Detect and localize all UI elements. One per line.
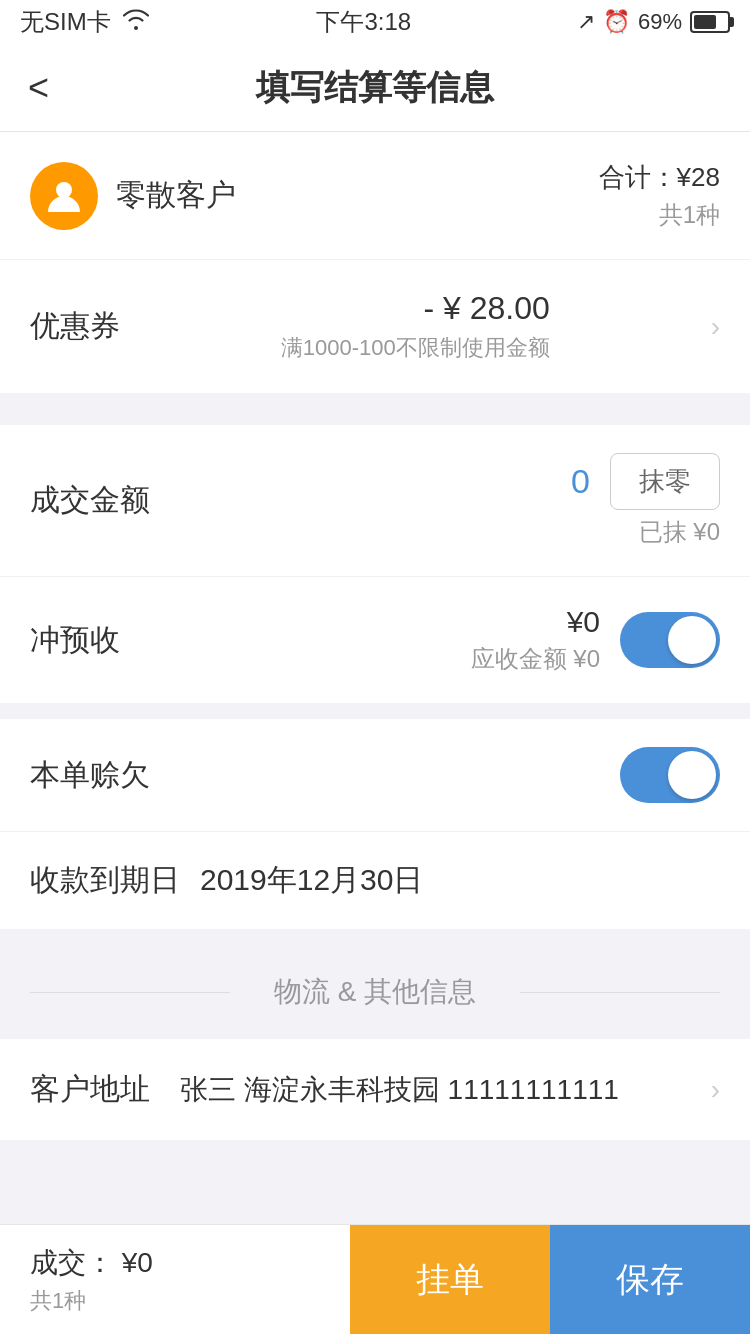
status-left: 无SIM卡 [20,6,151,38]
address-value: 张三 海淀永丰科技园 11111111111 [180,1071,711,1109]
bottom-bar: 成交： ¥0 共1种 挂单 保存 [0,1224,750,1334]
battery-icon [690,11,730,33]
avatar [30,162,98,230]
svg-point-0 [56,182,72,198]
customer-info: 零散客户 [30,162,236,230]
amount-label: 成交金额 [30,480,150,521]
amount-subtracted: 已抹 ¥0 [571,516,720,548]
amount-right: 0 抹零 [571,453,720,510]
page-title: 填写结算等信息 [256,65,494,111]
time-display: 下午3:18 [316,6,411,38]
content: 零散客户 合计：¥28 共1种 优惠券 - ¥ 28.00 满1000-100不… [0,132,750,1276]
amount-row: 成交金额 0 抹零 已抹 ¥0 [0,425,750,577]
save-button[interactable]: 保存 [550,1225,750,1334]
signal-text: 无SIM卡 [20,6,111,38]
debt-toggle[interactable] [620,747,720,803]
duedate-value: 2019年12月30日 [200,860,423,901]
bottom-deal-amount: 成交： ¥0 [30,1244,320,1282]
separator-2 [0,703,750,719]
prepay-info: ¥0 应收金额 ¥0 [471,605,600,675]
logistics-title: 物流 & 其他信息 [274,973,476,1011]
bottom-info: 成交： ¥0 共1种 [0,1225,350,1334]
amount-value[interactable]: 0 [571,462,590,501]
customer-total: 合计：¥28 共1种 [599,160,720,231]
back-button[interactable]: < [28,67,49,109]
debt-label: 本单赊欠 [30,755,150,796]
bottom-count: 共1种 [30,1286,320,1316]
alarm-icon: ⏰ [603,9,630,35]
coupon-info: - ¥ 28.00 满1000-100不限制使用金额 [281,290,550,363]
amount-col: 0 抹零 已抹 ¥0 [571,453,720,548]
logistics-header: 物流 & 其他信息 [0,945,750,1039]
round-button[interactable]: 抹零 [610,453,720,510]
duedate-row[interactable]: 收款到期日 2019年12月30日 [0,831,750,929]
coupon-amount: - ¥ 28.00 [281,290,550,327]
status-right: ↗ ⏰ 69% [577,9,730,35]
prepay-label: 冲预收 [30,620,120,661]
status-bar: 无SIM卡 下午3:18 ↗ ⏰ 69% [0,0,750,44]
customer-row: 零散客户 合计：¥28 共1种 [0,132,750,259]
prepay-toggle[interactable] [620,612,720,668]
transaction-section: 成交金额 0 抹零 已抹 ¥0 冲预收 ¥0 应收金额 ¥0 [0,425,750,703]
coupon-row[interactable]: 优惠券 - ¥ 28.00 满1000-100不限制使用金额 › [0,259,750,393]
nav-bar: < 填写结算等信息 [0,44,750,132]
customer-name: 零散客户 [116,175,236,216]
address-chevron-icon: › [711,1074,720,1106]
address-label: 客户地址 [30,1069,150,1110]
separator-3 [0,929,750,945]
duedate-label: 收款到期日 [30,860,180,901]
logistics-line-left [30,992,230,993]
location-icon: ↗ [577,9,595,35]
hang-button[interactable]: 挂单 [350,1225,550,1334]
prepay-amount: ¥0 [471,605,600,639]
separator-1 [0,409,750,425]
debt-section: 本单赊欠 收款到期日 2019年12月30日 [0,719,750,929]
total-count: 共1种 [599,199,720,231]
coupon-chevron-icon: › [711,311,720,343]
logistics-line-right [520,992,720,993]
prepay-sub: 应收金额 ¥0 [471,643,600,675]
address-row[interactable]: 客户地址 张三 海淀永丰科技园 11111111111 › [0,1039,750,1140]
coupon-description: 满1000-100不限制使用金额 [281,333,550,363]
debt-row: 本单赊欠 [0,719,750,831]
customer-section: 零散客户 合计：¥28 共1种 优惠券 - ¥ 28.00 满1000-100不… [0,132,750,393]
address-section: 客户地址 张三 海淀永丰科技园 11111111111 › [0,1039,750,1140]
wifi-icon [121,8,151,36]
total-amount: 合计：¥28 [599,160,720,195]
prepay-row: 冲预收 ¥0 应收金额 ¥0 [0,577,750,703]
battery-text: 69% [638,9,682,35]
coupon-label: 优惠券 [30,306,120,347]
